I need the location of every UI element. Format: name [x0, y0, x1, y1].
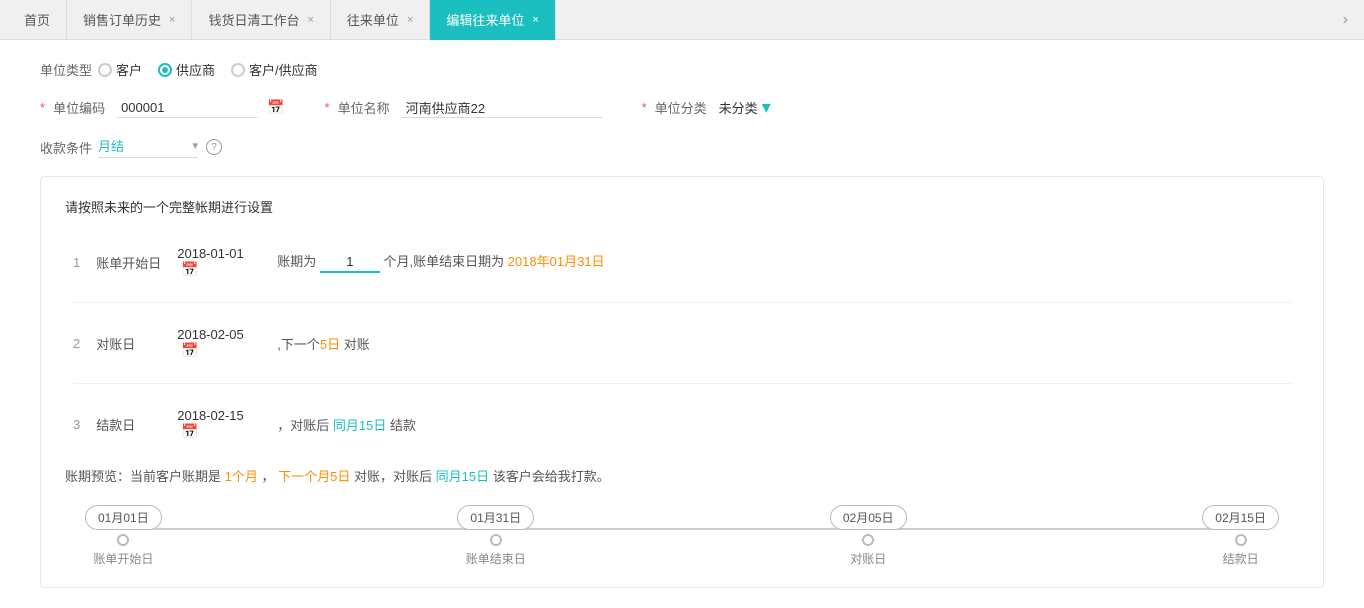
- step-3-row: 3 结款日 2018-02-15 📅 ，对账后 同月15日 结款: [65, 398, 1299, 450]
- tab-cash-work[interactable]: 钱货日清工作台 ×: [192, 0, 330, 40]
- step-2-date: 2018-02-05 📅: [169, 317, 269, 369]
- step-1-end-date: 2018年01月31日: [508, 254, 605, 269]
- close-sales-history[interactable]: ×: [169, 14, 175, 26]
- preview-highlight3: 同月15日: [436, 469, 489, 484]
- timeline-dot-4: [1235, 534, 1247, 546]
- step-3-num: 3: [65, 398, 88, 450]
- unit-name-required: *: [325, 100, 330, 115]
- step-3-cal-icon[interactable]: 📅: [181, 423, 198, 439]
- preview-highlight1: 1个月: [225, 469, 258, 484]
- category-dropdown-arrow: ▾: [762, 97, 771, 118]
- unit-category-label: 单位分类: [655, 98, 707, 117]
- tab-home[interactable]: 首页: [8, 0, 67, 40]
- radio-customer-circle: [98, 63, 112, 77]
- radio-customer-supplier-circle: [231, 63, 245, 77]
- step-1-desc: 账期为 个月,账单结束日期为 2018年01月31日: [269, 236, 1299, 288]
- timeline-dot-1: [117, 534, 129, 546]
- preview-highlight2: 下一个月5日: [278, 469, 350, 484]
- timeline-label-4: 结款日: [1223, 550, 1259, 567]
- close-edit-partner[interactable]: ×: [532, 14, 538, 26]
- tab-nav-arrow[interactable]: ›: [1335, 11, 1356, 29]
- step-1-date: 2018-01-01 📅: [169, 236, 269, 288]
- unit-type-label: 单位类型: [40, 60, 92, 79]
- step-2-row: 2 对账日 2018-02-05 📅 ,下一个5日 对账: [65, 317, 1299, 369]
- radio-supplier-label: 供应商: [176, 60, 215, 79]
- timeline-date-4: 02月15日: [1202, 505, 1279, 530]
- unit-category-dropdown[interactable]: 未分类 ▾: [719, 97, 879, 118]
- timeline: 01月01日 账单开始日 01月31日 账单结束日 02月05日 对账日: [65, 505, 1299, 567]
- timeline-label-2: 账单结束日: [466, 550, 526, 567]
- timeline-label-3: 对账日: [850, 550, 886, 567]
- step-divider-2: [65, 369, 1299, 398]
- radio-supplier[interactable]: 供应商: [158, 60, 215, 79]
- step-1-label: 账单开始日: [88, 236, 169, 288]
- step-3-date: 2018-02-15 📅: [169, 398, 269, 450]
- radio-customer-supplier-label: 客户/供应商: [249, 60, 318, 79]
- step-3-label: 结款日: [88, 398, 169, 450]
- preview-suffix: 该客户会给我打款。: [493, 469, 610, 484]
- payment-help-icon[interactable]: ?: [206, 139, 222, 155]
- timeline-date-1: 01月01日: [85, 505, 162, 530]
- timeline-item-3: 02月05日 对账日: [830, 505, 907, 567]
- timeline-items: 01月01日 账单开始日 01月31日 账单结束日 02月05日 对账日: [85, 505, 1279, 567]
- preview-section: 账期预览：当前客户账期是 1个月 ， 下一个月5日 对账，对账后 同月15日 该…: [65, 450, 1299, 567]
- payment-condition-value: 月结: [98, 136, 188, 155]
- step-3-desc: ，对账后 同月15日 结款: [269, 398, 1299, 450]
- steps-table: 1 账单开始日 2018-01-01 📅 账期为 个月,账单结束日期为 2018…: [65, 236, 1299, 450]
- preview-text: 账期预览：当前客户账期是 1个月 ， 下一个月5日 对账，对账后 同月15日 该…: [65, 466, 1299, 485]
- radio-customer-label: 客户: [116, 60, 142, 79]
- unit-code-input[interactable]: [117, 98, 257, 118]
- close-cash-work[interactable]: ×: [307, 14, 313, 26]
- tab-sales-history[interactable]: 销售订单历史 ×: [67, 0, 192, 40]
- unit-category-required: *: [642, 100, 647, 115]
- unit-type-row: 单位类型 客户 供应商 客户/供应商: [40, 60, 1324, 79]
- preview-mid2: 对账，对账后: [354, 469, 432, 484]
- tab-partners[interactable]: 往来单位 ×: [331, 0, 430, 40]
- step-1-num: 1: [65, 236, 88, 288]
- unit-info-row: * 单位编码 📅 * 单位名称 * 单位分类 未分类 ▾: [40, 97, 1324, 118]
- step-2-highlight: 5日: [320, 337, 340, 352]
- unit-type-radio-group: 客户 供应商 客户/供应商: [98, 60, 318, 79]
- unit-name-input[interactable]: [402, 98, 602, 118]
- close-partners[interactable]: ×: [407, 14, 413, 26]
- timeline-dot-2: [490, 534, 502, 546]
- step-1-row: 1 账单开始日 2018-01-01 📅 账期为 个月,账单结束日期为 2018…: [65, 236, 1299, 288]
- radio-customer-supplier[interactable]: 客户/供应商: [231, 60, 318, 79]
- timeline-item-1: 01月01日 账单开始日: [85, 505, 162, 567]
- unit-name-label: 单位名称: [338, 98, 390, 117]
- unit-category-value: 未分类: [719, 98, 758, 117]
- timeline-item-4: 02月15日 结款日: [1202, 505, 1279, 567]
- section-title: 请按照未来的一个完整帐期进行设置: [65, 197, 1299, 216]
- payment-row: 收款条件 月结 ▾ ?: [40, 136, 1324, 158]
- step-divider-1: [65, 288, 1299, 317]
- timeline-dot-3: [862, 534, 874, 546]
- step-2-desc: ,下一个5日 对账: [269, 317, 1299, 369]
- timeline-date-2: 01月31日: [457, 505, 534, 530]
- step-2-num: 2: [65, 317, 88, 369]
- radio-supplier-circle: [158, 63, 172, 77]
- tab-bar: 首页 销售订单历史 × 钱货日清工作台 × 往来单位 × 编辑往来单位 × ›: [0, 0, 1364, 40]
- step-1-cal-icon[interactable]: 📅: [181, 261, 198, 277]
- payment-condition-label: 收款条件: [40, 138, 92, 157]
- unit-code-required: *: [40, 100, 45, 115]
- step-2-label: 对账日: [88, 317, 169, 369]
- preview-prefix: 账期预览：当前客户账期是: [65, 469, 221, 484]
- preview-mid1: ，: [262, 469, 275, 484]
- unit-code-label: 单位编码: [53, 98, 105, 117]
- step-3-highlight: 同月15日: [333, 418, 386, 433]
- payment-condition-dropdown[interactable]: 月结 ▾: [98, 136, 198, 158]
- radio-customer[interactable]: 客户: [98, 60, 142, 79]
- billing-section: 请按照未来的一个完整帐期进行设置 1 账单开始日 2018-01-01 📅 账期…: [40, 176, 1324, 588]
- timeline-label-1: 账单开始日: [93, 550, 153, 567]
- timeline-date-3: 02月05日: [830, 505, 907, 530]
- tab-edit-partner[interactable]: 编辑往来单位 ×: [430, 0, 555, 40]
- payment-dropdown-arrow: ▾: [192, 139, 198, 152]
- step-2-cal-icon[interactable]: 📅: [181, 342, 198, 358]
- main-content: 单位类型 客户 供应商 客户/供应商 * 单位编码 📅 *: [0, 40, 1364, 608]
- unit-code-icon[interactable]: 📅: [267, 99, 284, 116]
- timeline-item-2: 01月31日 账单结束日: [457, 505, 534, 567]
- billing-period-input[interactable]: [320, 252, 380, 273]
